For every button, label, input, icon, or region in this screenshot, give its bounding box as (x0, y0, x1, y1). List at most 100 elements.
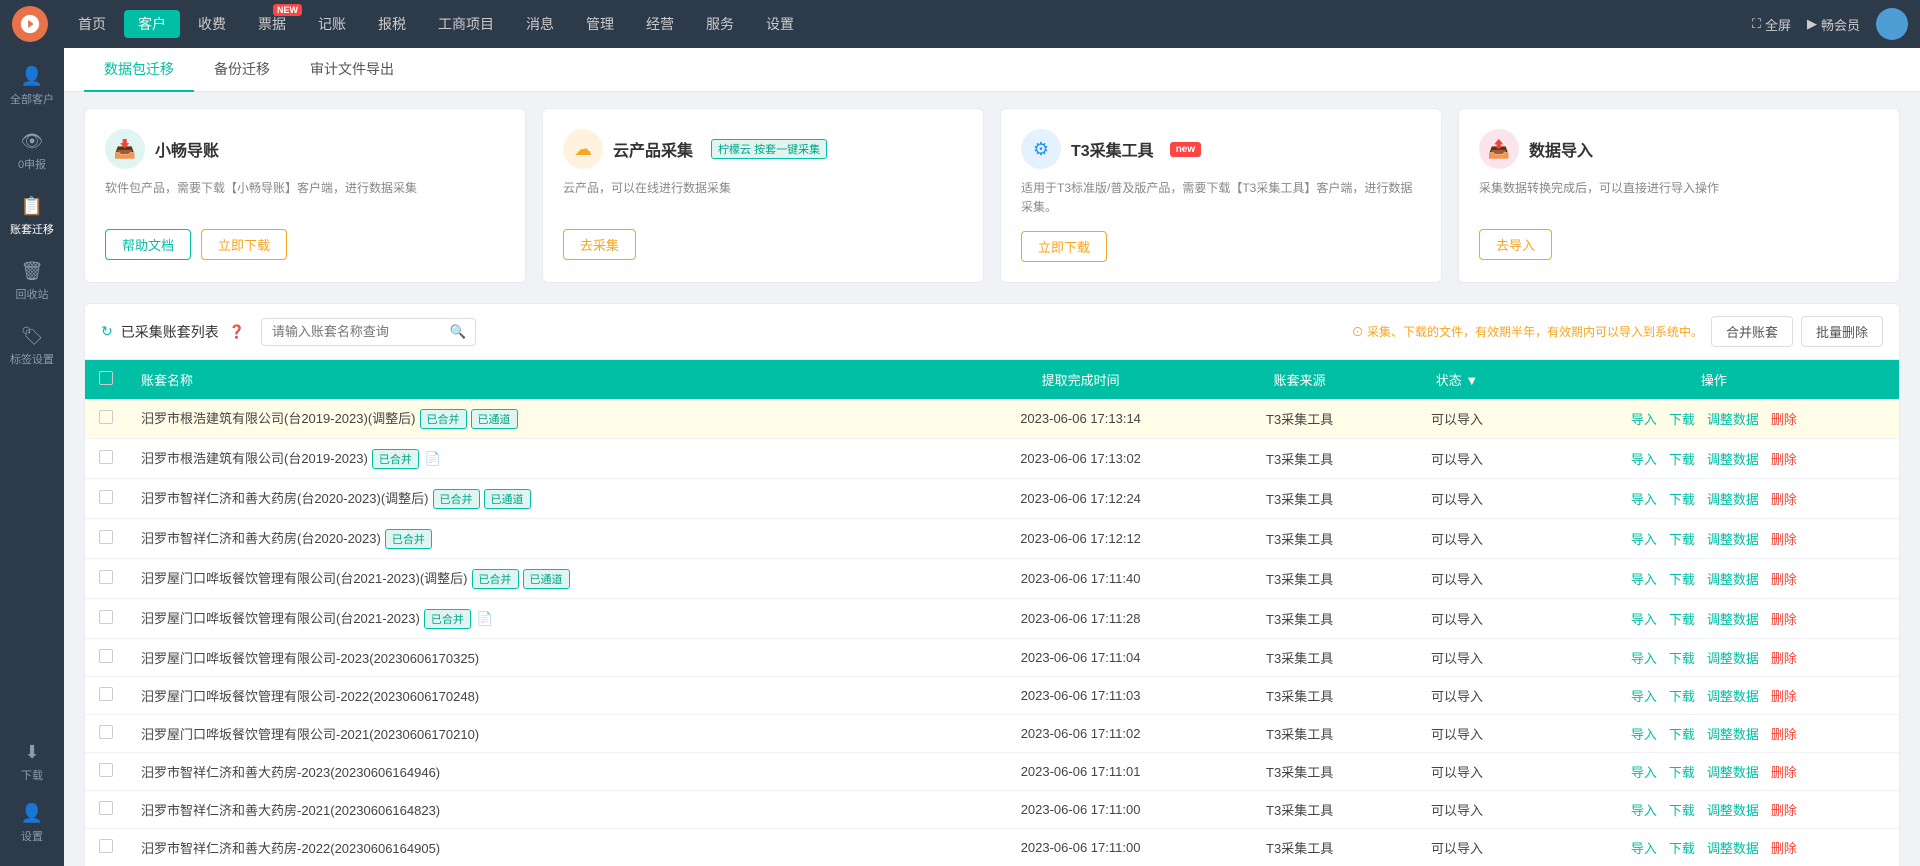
row-checkbox[interactable] (99, 570, 113, 584)
sidebar-item-download[interactable]: ⬇ 下载 (21, 732, 43, 793)
row-action-导入[interactable]: 导入 (1625, 727, 1663, 742)
row-action-调整数据[interactable]: 调整数据 (1701, 803, 1765, 818)
row-checkbox[interactable] (99, 839, 113, 853)
row-action-调整数据[interactable]: 调整数据 (1701, 412, 1765, 427)
row-action-调整数据[interactable]: 调整数据 (1701, 765, 1765, 780)
row-action-导入[interactable]: 导入 (1625, 572, 1663, 587)
row-action-删除[interactable]: 删除 (1765, 572, 1803, 587)
row-action-删除[interactable]: 删除 (1765, 651, 1803, 666)
member-button[interactable]: ▶ 畅会员 (1807, 15, 1860, 34)
row-action-删除[interactable]: 删除 (1765, 412, 1803, 427)
help-icon[interactable]: ❓ (229, 324, 245, 340)
search-input[interactable] (262, 319, 442, 344)
nav-item-service[interactable]: 服务 (692, 10, 748, 38)
row-action-调整数据[interactable]: 调整数据 (1701, 452, 1765, 467)
row-action-下载[interactable]: 下载 (1663, 765, 1701, 780)
row-action-下载[interactable]: 下载 (1663, 727, 1701, 742)
row-action-调整数据[interactable]: 调整数据 (1701, 651, 1765, 666)
row-action-调整数据[interactable]: 调整数据 (1701, 612, 1765, 627)
row-action-下载[interactable]: 下载 (1663, 612, 1701, 627)
nav-item-settings[interactable]: 设置 (752, 10, 808, 38)
row-action-下载[interactable]: 下载 (1663, 803, 1701, 818)
nav-item-operate[interactable]: 经营 (632, 10, 688, 38)
row-action-删除[interactable]: 删除 (1765, 803, 1803, 818)
row-checkbox[interactable] (99, 801, 113, 815)
row-action-删除[interactable]: 删除 (1765, 765, 1803, 780)
row-action-调整数据[interactable]: 调整数据 (1701, 572, 1765, 587)
sidebar-item-zero-declaration[interactable]: 👁 0申报 (0, 121, 64, 182)
row-checkbox[interactable] (99, 610, 113, 624)
row-action-删除[interactable]: 删除 (1765, 492, 1803, 507)
row-checkbox[interactable] (99, 725, 113, 739)
row-action-下载[interactable]: 下载 (1663, 841, 1701, 856)
row-action-导入[interactable]: 导入 (1625, 532, 1663, 547)
row-action-删除[interactable]: 删除 (1765, 532, 1803, 547)
xiaochang-download-button[interactable]: 立即下载 (201, 229, 287, 260)
row-action-调整数据[interactable]: 调整数据 (1701, 727, 1765, 742)
row-action-删除[interactable]: 删除 (1765, 727, 1803, 742)
row-action-导入[interactable]: 导入 (1625, 612, 1663, 627)
row-action-删除[interactable]: 删除 (1765, 452, 1803, 467)
row-action-下载[interactable]: 下载 (1663, 492, 1701, 507)
row-action-调整数据[interactable]: 调整数据 (1701, 532, 1765, 547)
row-action-导入[interactable]: 导入 (1625, 803, 1663, 818)
cloud-collect-button[interactable]: 去采集 (563, 229, 636, 260)
user-avatar[interactable] (1876, 8, 1908, 40)
header-checkbox[interactable] (99, 371, 113, 385)
row-checkbox[interactable] (99, 687, 113, 701)
tab-backup-migration[interactable]: 备份迁移 (194, 48, 290, 92)
refresh-icon[interactable]: ↻ (101, 323, 113, 340)
nav-item-business[interactable]: 工商项目 (424, 10, 508, 38)
tab-data-migration[interactable]: 数据包迁移 (84, 48, 194, 92)
row-checkbox[interactable] (99, 649, 113, 663)
sidebar-item-recycle-bin[interactable]: 🗑 回收站 (0, 251, 64, 312)
row-action-调整数据[interactable]: 调整数据 (1701, 689, 1765, 704)
row-checkbox[interactable] (99, 530, 113, 544)
batch-delete-button[interactable]: 批量删除 (1801, 316, 1883, 347)
sidebar-item-tag-settings[interactable]: 🏷 标签设置 (0, 316, 64, 377)
nav-item-home[interactable]: 首页 (64, 10, 120, 38)
file-icon[interactable]: 📄 (425, 451, 441, 466)
t3-download-button[interactable]: 立即下载 (1021, 231, 1107, 262)
row-action-导入[interactable]: 导入 (1625, 651, 1663, 666)
import-go-button[interactable]: 去导入 (1479, 229, 1552, 260)
row-action-导入[interactable]: 导入 (1625, 492, 1663, 507)
row-action-删除[interactable]: 删除 (1765, 841, 1803, 856)
row-action-下载[interactable]: 下载 (1663, 412, 1701, 427)
file-icon[interactable]: 📄 (477, 611, 493, 626)
nav-item-invoice[interactable]: 票据 NEW (244, 10, 300, 38)
row-checkbox[interactable] (99, 410, 113, 424)
row-action-下载[interactable]: 下载 (1663, 689, 1701, 704)
row-action-下载[interactable]: 下载 (1663, 651, 1701, 666)
nav-item-charge[interactable]: 收费 (184, 10, 240, 38)
row-checkbox[interactable] (99, 763, 113, 777)
row-checkbox[interactable] (99, 490, 113, 504)
row-action-下载[interactable]: 下载 (1663, 532, 1701, 547)
row-action-导入[interactable]: 导入 (1625, 689, 1663, 704)
row-action-导入[interactable]: 导入 (1625, 412, 1663, 427)
row-checkbox[interactable] (99, 450, 113, 464)
nav-item-message[interactable]: 消息 (512, 10, 568, 38)
row-action-下载[interactable]: 下载 (1663, 452, 1701, 467)
tab-audit-export[interactable]: 审计文件导出 (290, 48, 414, 92)
merge-accounts-button[interactable]: 合并账套 (1711, 316, 1793, 347)
row-action-导入[interactable]: 导入 (1625, 765, 1663, 780)
app-logo[interactable] (12, 6, 48, 42)
xiaochang-help-button[interactable]: 帮助文档 (105, 229, 191, 260)
row-action-删除[interactable]: 删除 (1765, 689, 1803, 704)
search-button[interactable]: 🔍 (442, 319, 475, 345)
row-action-调整数据[interactable]: 调整数据 (1701, 492, 1765, 507)
nav-item-bookkeeping[interactable]: 记账 (304, 10, 360, 38)
fullscreen-button[interactable]: ⛶ 全屏 (1752, 15, 1791, 34)
row-action-调整数据[interactable]: 调整数据 (1701, 841, 1765, 856)
row-action-删除[interactable]: 删除 (1765, 612, 1803, 627)
row-action-导入[interactable]: 导入 (1625, 841, 1663, 856)
row-action-导入[interactable]: 导入 (1625, 452, 1663, 467)
sidebar-item-all-clients[interactable]: 👤 全部客户 (0, 56, 64, 117)
sidebar-item-user-settings[interactable]: 👤 设置 (21, 793, 43, 854)
row-action-下载[interactable]: 下载 (1663, 572, 1701, 587)
nav-item-manage[interactable]: 管理 (572, 10, 628, 38)
nav-item-tax[interactable]: 报税 (364, 10, 420, 38)
sidebar-item-account-migration[interactable]: 📋 账套迁移 (0, 186, 64, 247)
nav-item-client[interactable]: 客户 (124, 10, 180, 38)
